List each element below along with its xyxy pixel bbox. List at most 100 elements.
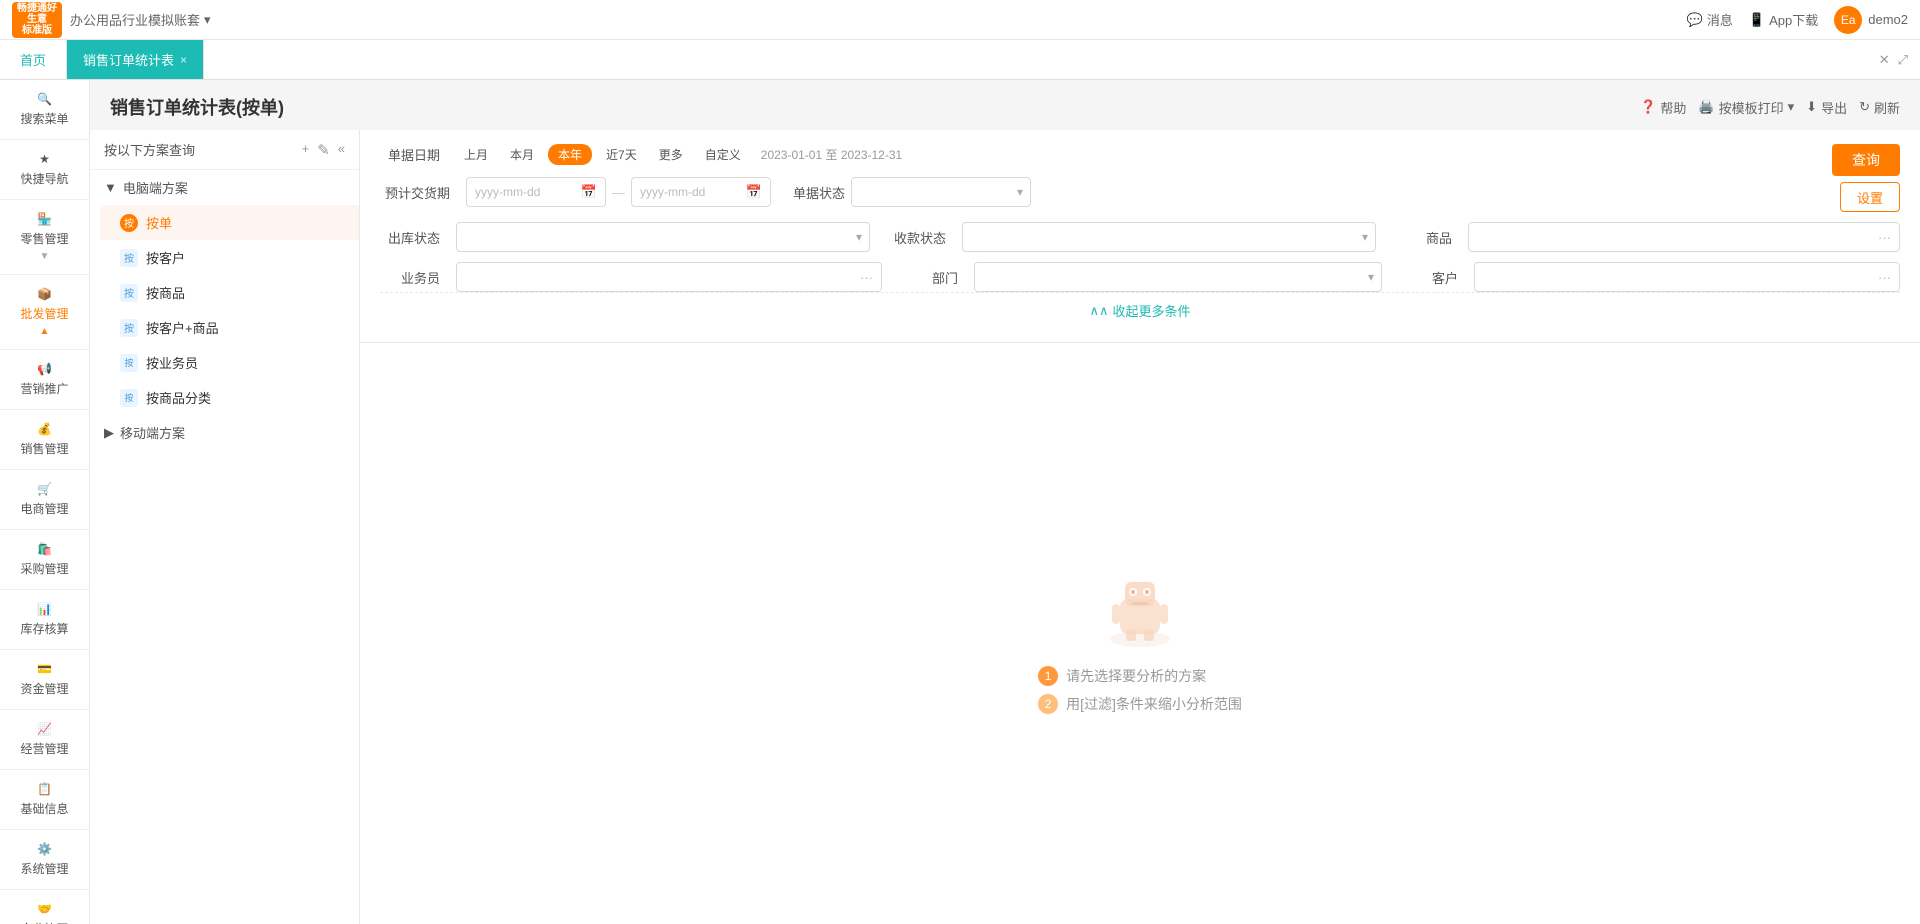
settings-button[interactable]: 设置 [1840,182,1900,212]
ship-status-label: 出库状态 [380,228,440,247]
tree-group-pc[interactable]: ▼ 电脑端方案 [90,170,359,205]
expected-date-from[interactable]: yyyy-mm-dd 📅 [466,177,606,207]
system-icon: ⚙️ [37,842,52,856]
tree-group-mobile[interactable]: ▶ 移动端方案 [90,415,359,450]
minimize-icon[interactable]: ✕ [1879,52,1890,68]
download-button[interactable]: 📱 App下载 [1749,10,1818,29]
date-this-year-btn[interactable]: 本年 [548,144,592,165]
page-header: 销售订单统计表(按单) ❓ 帮助 🖨️ 按模板打印 ▾ ⬇ 导出 ↻ 刷新 [90,80,1920,130]
tree-item-by-goods-cat[interactable]: 按 按商品分类 [100,380,359,415]
sidebar-item-retail[interactable]: 🏪 零售管理 ▼ [0,200,89,275]
sidebar-item-wholesale[interactable]: 📦 批发管理 ▲ [0,275,89,350]
close-icon[interactable]: × [180,53,187,67]
filter-top-row: 单据日期 上月 本月 本年 近7天 更多 自定义 2023-01-01 至 20… [380,144,1900,212]
bill-status-wrapper [851,177,1031,207]
calendar-icon: 📅 [581,184,597,200]
right-main: 单据日期 上月 本月 本年 近7天 更多 自定义 2023-01-01 至 20… [360,130,1920,924]
tree-item-by-goods[interactable]: 按 按商品 [100,275,359,310]
sidebar: 🔍 搜索菜单 ★ 快捷导航 🏪 零售管理 ▼ 📦 批发管理 ▲ 📢 营销推广 💰… [0,80,90,924]
expected-date-from-text: yyyy-mm-dd [475,185,540,199]
page-title: 销售订单统计表(按单) [110,94,284,120]
customer-label: 客户 [1398,268,1458,287]
user-menu[interactable]: Ea demo2 [1834,6,1908,34]
topbar-left: 畅捷通好 生意 标准版 办公用品行业模拟账套 ▾ [12,2,211,38]
sidebar-item-search[interactable]: 🔍 搜索菜单 [0,80,89,140]
filter-row-expected-date: 预计交货期 yyyy-mm-dd 📅 — yyyy-mm-dd [380,177,1812,207]
expected-date-to-text: yyyy-mm-dd [640,185,705,199]
tree-sub-pc: 按 按单 按 按客户 按 按商品 按 按客户+商品 [90,205,359,415]
bill-status-label: 单据状态 [793,183,845,202]
search-icon: 🔍 [37,92,52,106]
help-button[interactable]: ❓ 帮助 [1640,98,1686,117]
expected-date-to[interactable]: yyyy-mm-dd 📅 [631,177,771,207]
sidebar-item-cooperation[interactable]: 🤝 企业协同 [0,890,89,924]
tree-arrow-mobile: ▶ [104,425,114,441]
tab-active[interactable]: 销售订单统计表 × [67,40,204,79]
by-customer-goods-icon: 按 [120,319,138,337]
date-7days-btn[interactable]: 近7天 [598,144,645,165]
left-panel-icons: + ✎ « [302,141,345,159]
date-range-text: 2023-01-01 至 2023-12-31 [761,146,902,163]
salesperson-label: 业务员 [380,268,440,287]
tree-item-by-customer[interactable]: 按 按客户 [100,240,359,275]
inventory-icon: 📊 [37,602,52,616]
collapse-bar[interactable]: ∧∧ 收起更多条件 [380,292,1900,328]
query-button[interactable]: 查询 [1832,144,1900,176]
edit-scheme-button[interactable]: ✎ [317,141,330,159]
tree-item-by-order[interactable]: 按 按单 [100,205,359,240]
tip-num-2: 2 [1038,694,1058,714]
refresh-button[interactable]: ↻ 刷新 [1859,98,1900,117]
purchase-icon: 🛍️ [37,542,52,556]
tree-item-by-customer-goods[interactable]: 按 按客户+商品 [100,310,359,345]
sidebar-item-marketing[interactable]: 📢 营销推广 [0,350,89,410]
tree-group-pc-label: 电脑端方案 [123,178,188,197]
add-scheme-button[interactable]: + [302,141,310,159]
tip-text-1: 请先选择要分析的方案 [1066,666,1206,686]
date-more-btn[interactable]: 更多 [651,144,691,165]
dept-select[interactable] [974,262,1382,292]
customer-dots-icon: ··· [1878,270,1891,285]
by-customer-icon: 按 [120,249,138,267]
message-button[interactable]: 💬 消息 [1687,10,1733,29]
export-button[interactable]: ⬇ 导出 [1806,98,1847,117]
sidebar-item-ecommerce[interactable]: 🛒 电商管理 [0,470,89,530]
collapse-panel-button[interactable]: « [338,141,345,159]
filter-row-date: 单据日期 上月 本月 本年 近7天 更多 自定义 2023-01-01 至 20… [380,144,1812,165]
salesperson-input-wrapper[interactable]: ··· [456,262,882,292]
receipt-status-wrapper [962,222,1376,252]
sidebar-item-system[interactable]: ⚙️ 系统管理 [0,830,89,890]
customer-input-wrapper[interactable]: ··· [1474,262,1900,292]
tree-arrow-pc: ▼ [104,180,117,195]
tab-home[interactable]: 首页 [0,40,67,79]
filter-row-person: 业务员 ··· 部门 客户 [380,262,1900,292]
lower-area: 按以下方案查询 + ✎ « ▼ 电脑端方案 按 按单 [90,130,1920,924]
filter-panel: 单据日期 上月 本月 本年 近7天 更多 自定义 2023-01-01 至 20… [360,130,1920,343]
sidebar-item-sales[interactable]: 💰 销售管理 [0,410,89,470]
tab-home-label: 首页 [20,50,46,69]
sidebar-item-basics[interactable]: 📋 基础信息 [0,770,89,830]
tab-active-label: 销售订单统计表 [83,50,174,69]
date-this-month-btn[interactable]: 本月 [502,144,542,165]
expand-icon[interactable]: ⤢ [1898,52,1908,68]
date-custom-btn[interactable]: 自定义 [697,144,749,165]
goods-label: 商品 [1392,228,1452,247]
receipt-status-select[interactable] [962,222,1376,252]
app-selector[interactable]: 办公用品行业模拟账套 ▾ [70,10,211,29]
finance-icon: 💳 [37,662,52,676]
ship-status-select[interactable] [456,222,870,252]
bill-status-select[interactable] [851,177,1031,207]
goods-input-wrapper[interactable]: ··· [1468,222,1900,252]
topbar: 畅捷通好 生意 标准版 办公用品行业模拟账套 ▾ 💬 消息 📱 App下载 Ea… [0,0,1920,40]
sidebar-item-shortcut[interactable]: ★ 快捷导航 [0,140,89,200]
sidebar-item-operations[interactable]: 📈 经营管理 [0,710,89,770]
page-actions: ❓ 帮助 🖨️ 按模板打印 ▾ ⬇ 导出 ↻ 刷新 [1640,98,1900,117]
date-last-month-btn[interactable]: 上月 [456,144,496,165]
sidebar-item-inventory[interactable]: 📊 库存核算 [0,590,89,650]
sidebar-item-purchase[interactable]: 🛍️ 采购管理 [0,530,89,590]
print-button[interactable]: 🖨️ 按模板打印 ▾ [1698,98,1794,117]
sidebar-item-finance[interactable]: 💳 资金管理 [0,650,89,710]
empty-illustration [1090,554,1190,654]
tree-group-mobile-label: 移动端方案 [120,423,185,442]
tree-item-by-salesperson[interactable]: 按 按业务员 [100,345,359,380]
wholesale-arrow: ▲ [40,326,50,337]
